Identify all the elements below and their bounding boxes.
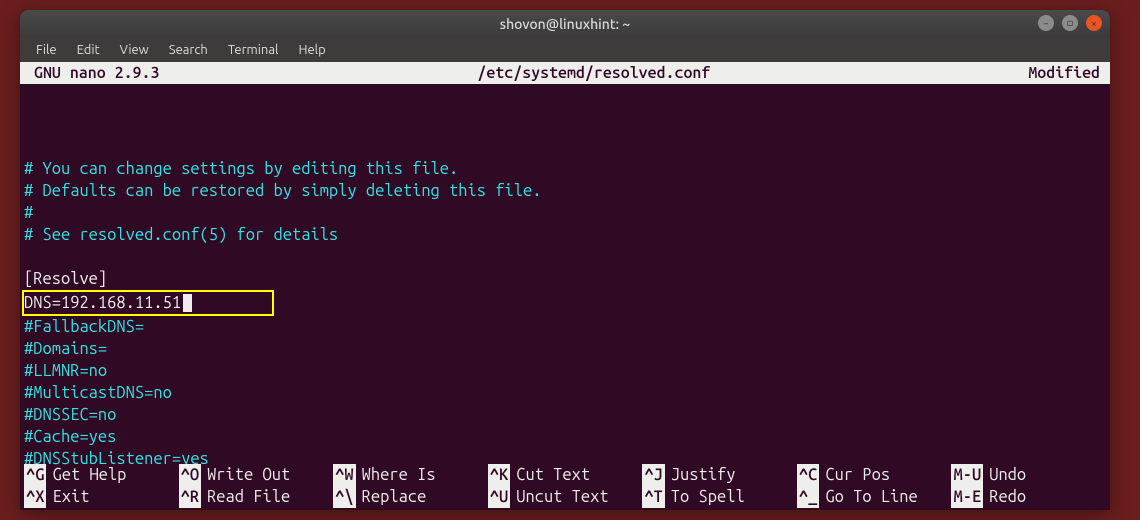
menu-terminal[interactable]: Terminal	[220, 41, 287, 59]
shortcut-get-help[interactable]: ^GGet Help	[24, 464, 179, 486]
menu-file[interactable]: File	[28, 41, 65, 59]
window-controls: – ◻ ×	[1038, 15, 1102, 31]
editor-line: #MulticastDNS=no	[24, 384, 172, 402]
shortcut-go-to-line[interactable]: ^_Go To Line	[797, 486, 952, 508]
shortcut-cut-text[interactable]: ^KCut Text	[488, 464, 643, 486]
menu-search[interactable]: Search	[161, 41, 216, 59]
shortcut-justify[interactable]: ^JJustify	[642, 464, 797, 486]
editor-line: #Domains=	[24, 340, 107, 358]
nano-filepath: /etc/systemd/resolved.conf	[159, 64, 1028, 82]
close-button[interactable]: ×	[1086, 15, 1102, 31]
shortcut-to-spell[interactable]: ^TTo Spell	[642, 486, 797, 508]
nano-shortcuts: ^GGet Help ^OWrite Out ^WWhere Is ^KCut …	[20, 464, 1110, 510]
editor-line: #FallbackDNS=	[24, 318, 144, 336]
terminal-window: shovon@linuxhint: ~ – ◻ × File Edit View…	[20, 10, 1110, 510]
shortcut-cur-pos[interactable]: ^CCur Pos	[797, 464, 952, 486]
shortcut-where-is[interactable]: ^WWhere Is	[333, 464, 488, 486]
dns-line: DNS=192.168.11.51	[24, 294, 181, 312]
menu-view[interactable]: View	[112, 41, 157, 59]
shortcut-read-file[interactable]: ^RRead File	[179, 486, 334, 508]
nano-status: Modified	[1028, 64, 1100, 82]
editor-line: # You can change settings by editing thi…	[24, 160, 458, 178]
shortcut-write-out[interactable]: ^OWrite Out	[179, 464, 334, 486]
nano-version: GNU nano 2.9.3	[30, 64, 159, 82]
cursor	[183, 294, 192, 312]
shortcut-uncut-text[interactable]: ^UUncut Text	[488, 486, 643, 508]
shortcut-row-2: ^XExit ^RRead File ^\Replace ^UUncut Tex…	[24, 486, 1106, 508]
menu-help[interactable]: Help	[290, 41, 333, 59]
editor-line: # See resolved.conf(5) for details	[24, 226, 338, 244]
shortcut-redo[interactable]: M-ERedo	[951, 486, 1106, 508]
editor-area[interactable]: # You can change settings by editing thi…	[20, 84, 1110, 496]
maximize-button[interactable]: ◻	[1062, 15, 1078, 31]
menubar: File Edit View Search Terminal Help	[20, 38, 1110, 62]
shortcut-undo[interactable]: M-UUndo	[951, 464, 1106, 486]
shortcut-row-1: ^GGet Help ^OWrite Out ^WWhere Is ^KCut …	[24, 464, 1106, 486]
shortcut-exit[interactable]: ^XExit	[24, 486, 179, 508]
editor-blank	[24, 114, 1106, 136]
minimize-button[interactable]: –	[1038, 15, 1054, 31]
shortcut-replace[interactable]: ^\Replace	[333, 486, 488, 508]
menu-edit[interactable]: Edit	[69, 41, 108, 59]
editor-line: #Cache=yes	[24, 428, 116, 446]
editor-line: #	[24, 204, 33, 222]
editor-line: #DNSSEC=no	[24, 406, 116, 424]
titlebar: shovon@linuxhint: ~ – ◻ ×	[20, 10, 1110, 38]
editor-line: #LLMNR=no	[24, 362, 107, 380]
editor-section: [Resolve]	[24, 270, 107, 288]
window-title: shovon@linuxhint: ~	[500, 16, 631, 32]
dns-highlight: DNS=192.168.11.51	[22, 290, 274, 316]
editor-line: # Defaults can be restored by simply del…	[24, 182, 541, 200]
nano-header: GNU nano 2.9.3 /etc/systemd/resolved.con…	[20, 62, 1110, 84]
